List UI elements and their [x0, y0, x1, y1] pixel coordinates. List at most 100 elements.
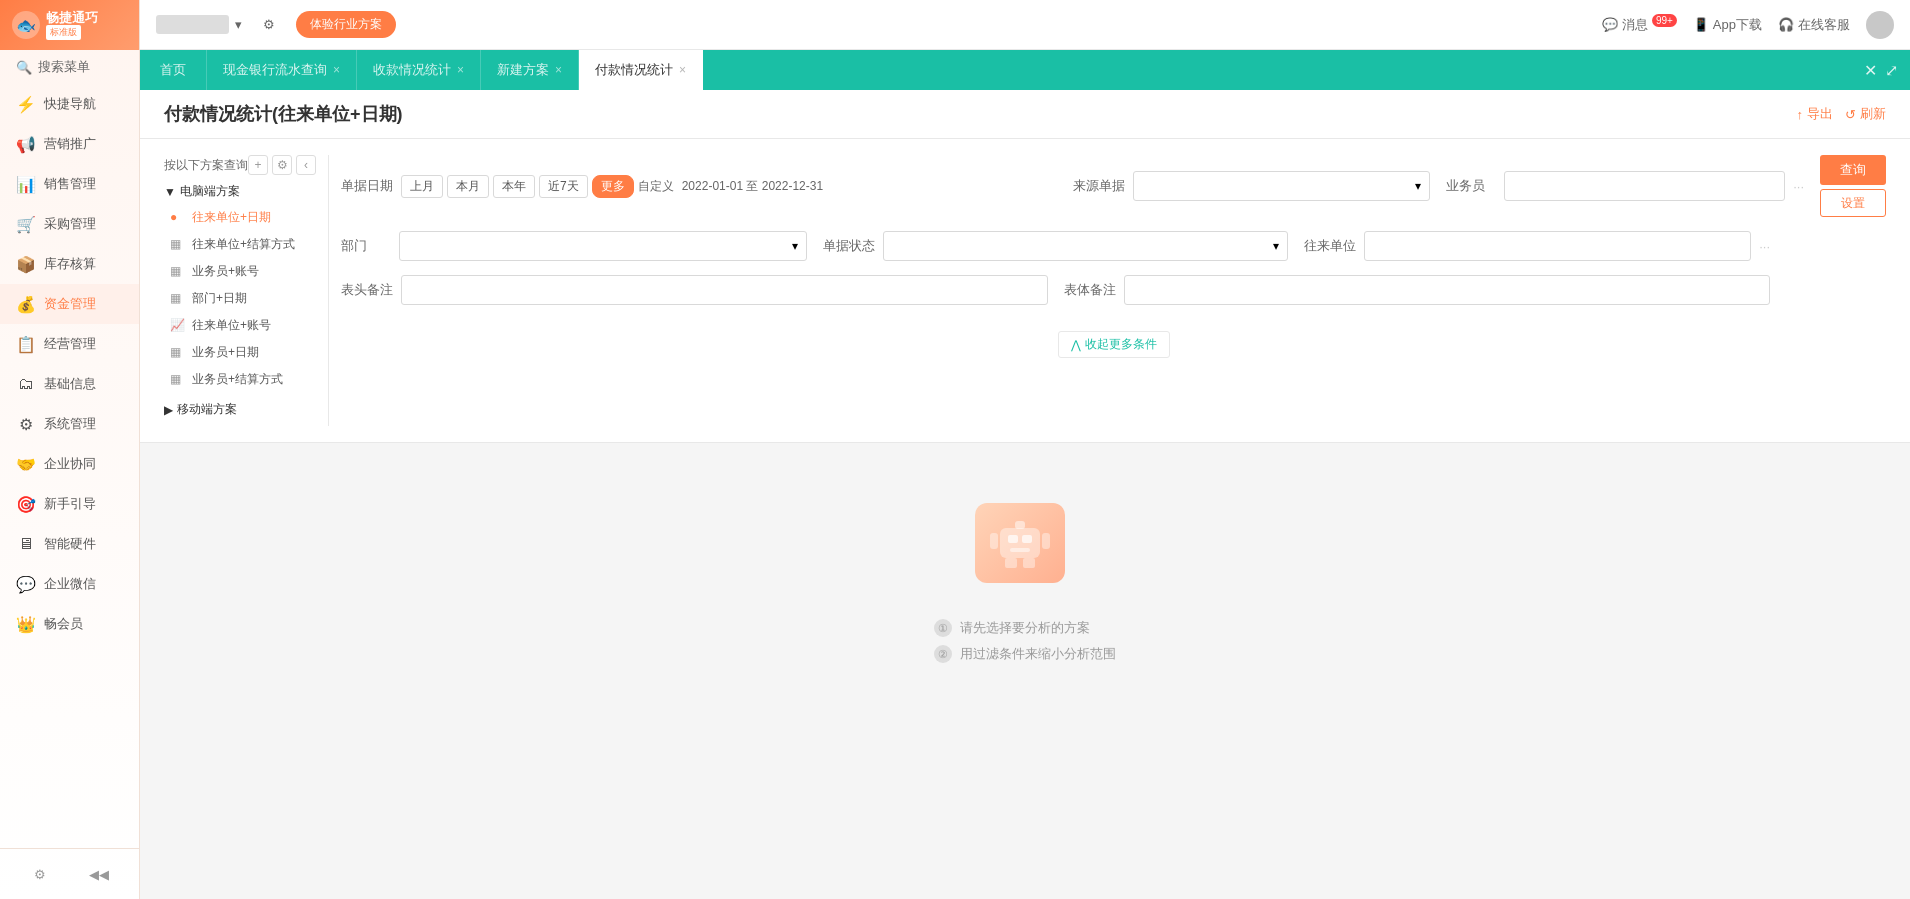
- header-remark-input[interactable]: [401, 275, 1048, 305]
- mobile-section-title[interactable]: ▶ 移动端方案: [164, 401, 316, 418]
- dept-field: 部门 ▾: [341, 231, 807, 261]
- tab-bar: 首页 现金银行流水查询 × 收款情况统计 × 新建方案 × 付款情况统计 × ✕…: [140, 50, 1910, 90]
- expand-tabs-btn[interactable]: ⤢: [1885, 61, 1898, 80]
- sidebar-bottom: ⚙ ◀◀: [0, 848, 139, 899]
- service-icon: 🎧: [1778, 17, 1794, 32]
- scheme-icon-1: ▦: [170, 237, 186, 253]
- enterprise-icon: 🤝: [16, 454, 36, 474]
- tab-close-receipt[interactable]: ×: [457, 63, 464, 77]
- last-7-days-btn[interactable]: 近7天: [539, 175, 588, 198]
- wechat-icon: 💬: [16, 574, 36, 594]
- query-button[interactable]: 查询: [1820, 155, 1886, 185]
- message-icon: 💬: [1602, 17, 1618, 32]
- tab-new-scheme[interactable]: 新建方案 ×: [481, 50, 579, 90]
- collapse-scheme-btn[interactable]: ‹: [296, 155, 316, 175]
- sidebar-item-quick-nav[interactable]: ⚡ 快捷导航: [0, 84, 139, 124]
- logo-icon: 🐟: [12, 11, 40, 39]
- tab-payment-stat[interactable]: 付款情况统计 ×: [579, 50, 703, 90]
- add-scheme-btn[interactable]: +: [248, 155, 268, 175]
- sidebar-item-basic[interactable]: 🗂 基础信息: [0, 364, 139, 404]
- tab-close-new-scheme[interactable]: ×: [555, 63, 562, 77]
- desktop-scheme-section: ▼ 电脑端方案 ● 往来单位+日期 ▦ 往来单位+结算方式 ▦ 业务员+账号: [164, 183, 316, 393]
- scheme-icon-3: ▦: [170, 291, 186, 307]
- sidebar-item-operation[interactable]: 📋 经营管理: [0, 324, 139, 364]
- notifications-btn[interactable]: 💬 消息 99+: [1602, 16, 1677, 34]
- refresh-btn[interactable]: ↺ 刷新: [1845, 105, 1886, 123]
- export-btn[interactable]: ↑ 导出: [1797, 105, 1834, 123]
- sidebar-item-sales[interactable]: 📊 销售管理: [0, 164, 139, 204]
- user-avatar[interactable]: [1866, 11, 1894, 39]
- header-settings-btn[interactable]: ⚙: [254, 10, 284, 40]
- sidebar-item-wechat[interactable]: 💬 企业微信: [0, 564, 139, 604]
- workspace-selector[interactable]: xx ▾: [156, 15, 242, 34]
- chevron-down-icon: ▾: [1415, 179, 1421, 193]
- purchase-icon: 🛒: [16, 214, 36, 234]
- tab-home[interactable]: 首页: [140, 50, 207, 90]
- scheme-item-6[interactable]: ▦ 业务员+结算方式: [164, 366, 316, 393]
- counterpart-input[interactable]: [1364, 231, 1751, 261]
- this-year-btn[interactable]: 本年: [493, 175, 535, 198]
- sidebar-item-hardware[interactable]: 🖥 智能硬件: [0, 524, 139, 564]
- filter-row-1: 单据日期 上月 本月 本年 近7天 更多 自定义 2022-01-01 至 20…: [341, 155, 1886, 217]
- header-right: 💬 消息 99+ 📱 App下载 🎧 在线客服: [1602, 11, 1894, 39]
- finance-icon: 💰: [16, 294, 36, 314]
- chevron-up-icon: ⋀: [1071, 338, 1081, 352]
- manage-scheme-btn[interactable]: ⚙: [272, 155, 292, 175]
- scheme-item-5[interactable]: ▦ 业务员+日期: [164, 339, 316, 366]
- source-label: 来源单据: [1073, 177, 1125, 195]
- this-month-btn[interactable]: 本月: [447, 175, 489, 198]
- scheme-active-icon: ●: [170, 210, 186, 226]
- empty-hint-2: ② 用过滤条件来缩小分析范围: [934, 645, 1116, 663]
- settings-bottom-btn[interactable]: ⚙: [25, 859, 55, 889]
- trial-button[interactable]: 体验行业方案: [296, 11, 396, 38]
- hint-num-2: ②: [934, 645, 952, 663]
- sidebar-item-system[interactable]: ⚙ 系统管理: [0, 404, 139, 444]
- close-all-tabs-btn[interactable]: ✕: [1864, 61, 1877, 80]
- page-header-actions: ↑ 导出 ↺ 刷新: [1797, 105, 1887, 123]
- hint-num-1: ①: [934, 619, 952, 637]
- scheme-icon-6: ▦: [170, 372, 186, 388]
- scheme-item-2[interactable]: ▦ 业务员+账号: [164, 258, 316, 285]
- tab-receipt-stat[interactable]: 收款情况统计 ×: [357, 50, 481, 90]
- body-remark-input[interactable]: [1124, 275, 1771, 305]
- top-header: xx ▾ ⚙ 体验行业方案 💬 消息 99+ 📱 App下载 🎧 在线客服: [140, 0, 1910, 50]
- tab-close-bank-flow[interactable]: ×: [333, 63, 340, 77]
- search-menu-btn[interactable]: 🔍 搜索菜单: [0, 50, 139, 84]
- desktop-section-title[interactable]: ▼ 电脑端方案: [164, 183, 316, 200]
- svg-rect-8: [1023, 558, 1035, 568]
- setting-button[interactable]: 设置: [1820, 189, 1886, 217]
- sidebar-item-purchase[interactable]: 🛒 采购管理: [0, 204, 139, 244]
- empty-hint-1: ① 请先选择要分析的方案: [934, 619, 1116, 637]
- sidebar-item-guide[interactable]: 🎯 新手引导: [0, 484, 139, 524]
- collapse-icon: ▼: [164, 185, 176, 199]
- date-label: 单据日期: [341, 177, 393, 195]
- source-doc-select[interactable]: ▾: [1133, 171, 1431, 201]
- doc-status-select[interactable]: ▾: [883, 231, 1289, 261]
- scheme-item-0[interactable]: ● 往来单位+日期: [164, 204, 316, 231]
- notif-count-badge: 99+: [1652, 14, 1677, 27]
- salesperson-input[interactable]: [1504, 171, 1785, 201]
- header-remark-field: 表头备注: [341, 275, 1048, 305]
- operation-icon: 📋: [16, 334, 36, 354]
- last-month-btn[interactable]: 上月: [401, 175, 443, 198]
- tab-close-payment[interactable]: ×: [679, 63, 686, 77]
- sidebar-item-inventory[interactable]: 📦 库存核算: [0, 244, 139, 284]
- filter-form: 单据日期 上月 本月 本年 近7天 更多 自定义 2022-01-01 至 20…: [341, 155, 1886, 426]
- counterpart-more-btn[interactable]: ···: [1759, 239, 1770, 254]
- scheme-item-3[interactable]: ▦ 部门+日期: [164, 285, 316, 312]
- salesperson-more-btn[interactable]: ···: [1793, 179, 1804, 194]
- sidebar-item-finance[interactable]: 💰 资金管理: [0, 284, 139, 324]
- salesperson-label: 业务员: [1446, 177, 1496, 195]
- sidebar-item-marketing[interactable]: 📢 营销推广: [0, 124, 139, 164]
- online-service-btn[interactable]: 🎧 在线客服: [1778, 16, 1850, 34]
- more-date-btn[interactable]: 更多: [592, 175, 634, 198]
- scheme-item-4[interactable]: 📈 往来单位+账号: [164, 312, 316, 339]
- scheme-item-1[interactable]: ▦ 往来单位+结算方式: [164, 231, 316, 258]
- collapse-sidebar-btn[interactable]: ◀◀: [84, 859, 114, 889]
- sidebar-item-enterprise[interactable]: 🤝 企业协同: [0, 444, 139, 484]
- tab-bank-flow[interactable]: 现金银行流水查询 ×: [207, 50, 357, 90]
- collapse-more-btn[interactable]: ⋀ 收起更多条件: [1058, 331, 1170, 358]
- sidebar-item-member[interactable]: 👑 畅会员: [0, 604, 139, 644]
- app-download-btn[interactable]: 📱 App下载: [1693, 16, 1762, 34]
- dept-select[interactable]: ▾: [399, 231, 807, 261]
